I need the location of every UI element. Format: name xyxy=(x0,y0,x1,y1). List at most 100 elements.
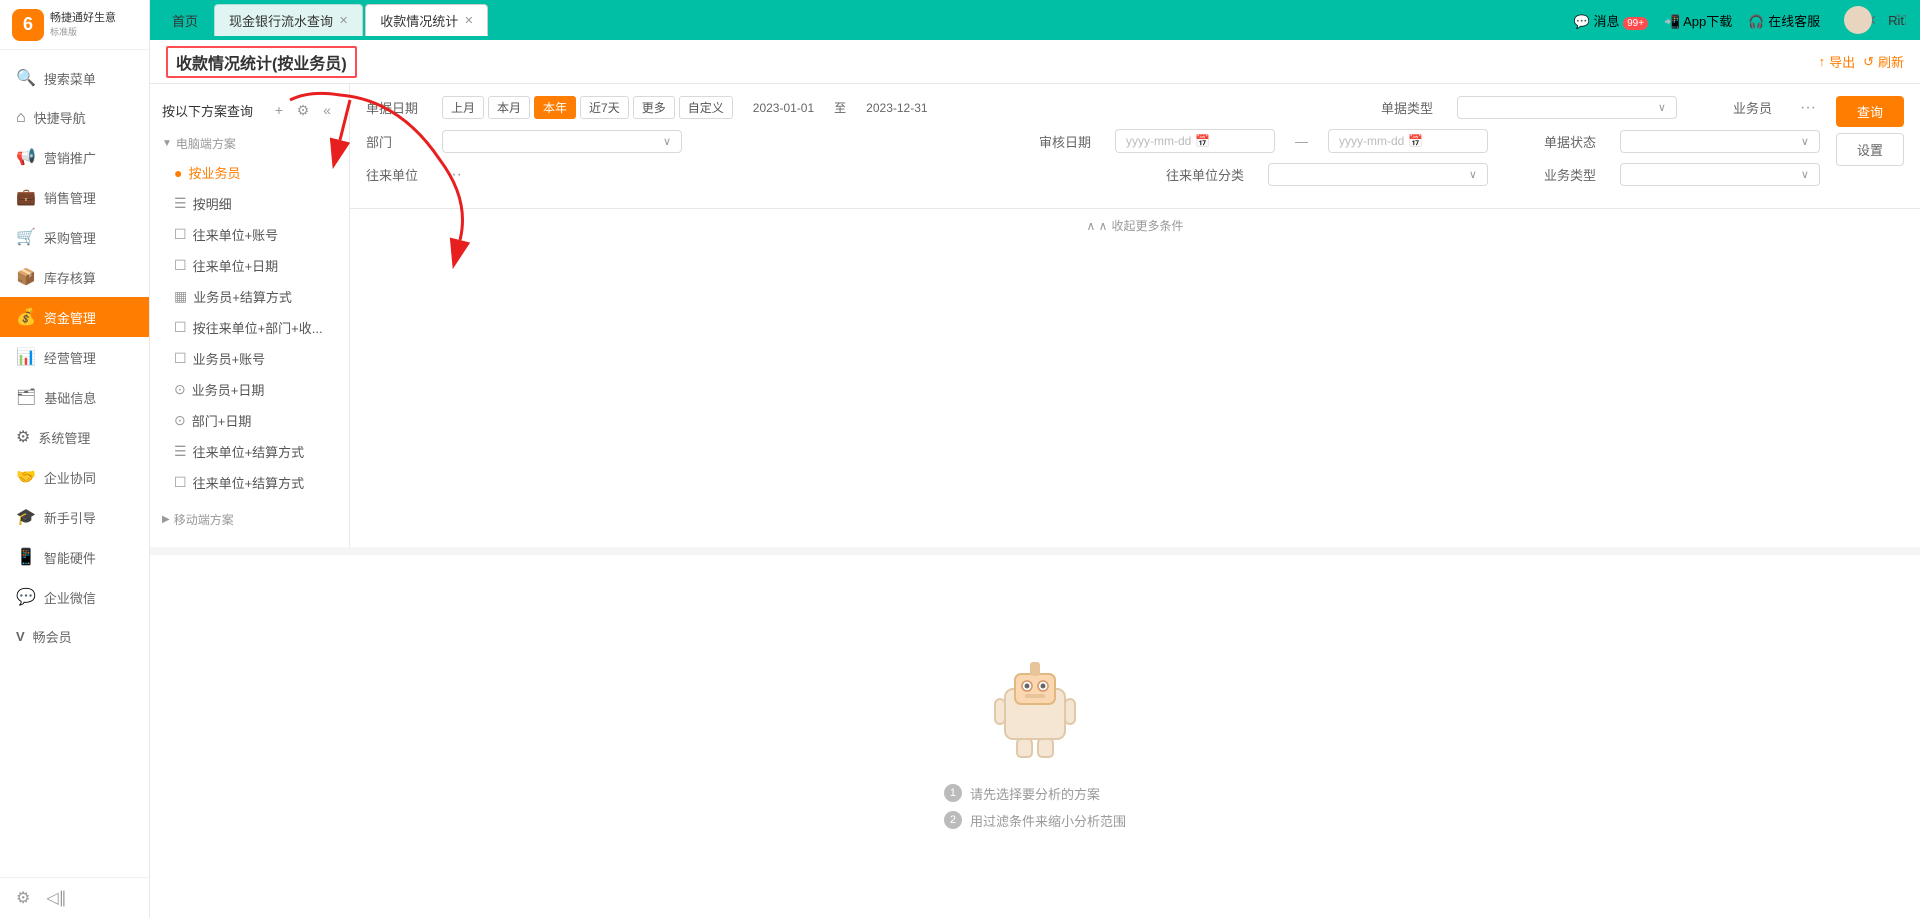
sidebar-item-sales[interactable]: 💼 销售管理 xyxy=(0,177,149,217)
scheme-group-mobile-header[interactable]: ▶ 移动端方案 xyxy=(150,506,349,533)
sidebar-item-member[interactable]: V 畅会员 xyxy=(0,617,149,656)
collapse-bar[interactable]: ∧ ∧ 收起更多条件 xyxy=(350,208,1920,242)
dept-select[interactable]: ∨ xyxy=(442,130,682,153)
sidebar-item-label-search: 搜索菜单 xyxy=(44,69,96,88)
sidebar-item-label-purchase: 采购管理 xyxy=(44,228,96,247)
scheme-item-salesman-settle[interactable]: ▦ 业务员+结算方式 xyxy=(150,281,349,312)
sidebar-item-label-collab: 企业协同 xyxy=(44,468,96,487)
empty-tip-1: 1 请先选择要分析的方案 xyxy=(944,784,1126,803)
system-icon: ⚙ xyxy=(16,427,30,447)
sidebar-item-marketing[interactable]: 📢 营销推广 xyxy=(0,137,149,177)
scheme-item-salesman[interactable]: ● 按业务员 xyxy=(150,157,349,188)
sidebar-item-wechat[interactable]: 💬 企业微信 xyxy=(0,577,149,617)
scheme-item-detail[interactable]: ☰ 按明细 xyxy=(150,188,349,219)
sidebar-item-label-guide: 新手引导 xyxy=(44,508,96,527)
review-date-end[interactable]: yyyy-mm-dd 📅 xyxy=(1328,129,1488,153)
scheme-item-salesman-date[interactable]: ⊙ 业务员+日期 xyxy=(150,374,349,405)
wechat-icon: 💬 xyxy=(16,587,36,607)
sidebar-item-label-marketing: 营销推广 xyxy=(44,148,96,167)
this-month-btn[interactable]: 本月 xyxy=(488,96,530,119)
collapse-sidebar-icon[interactable]: ◁∥ xyxy=(46,888,66,908)
scheme-item-partner-account[interactable]: ☐ 往来单位+账号 xyxy=(150,219,349,250)
salesman-more-btn[interactable]: ··· xyxy=(1800,99,1816,117)
sidebar-item-basic[interactable]: 🗂 基础信息 xyxy=(0,377,149,417)
scheme-header-label: 按以下方案查询 xyxy=(162,101,253,120)
review-date-start[interactable]: yyyy-mm-dd 📅 xyxy=(1115,129,1275,153)
refresh-button[interactable]: ↺ 刷新 xyxy=(1863,52,1904,71)
sidebar-item-quick-nav[interactable]: ⌂ 快捷导航 xyxy=(0,98,149,137)
this-year-btn[interactable]: 本年 xyxy=(534,96,576,119)
prev-month-btn[interactable]: 上月 xyxy=(442,96,484,119)
app-download-btn[interactable]: 📲 App下载 xyxy=(1664,11,1732,30)
tab-bank[interactable]: 现金银行流水查询 ✕ xyxy=(214,4,363,36)
sidebar-item-guide[interactable]: 🎓 新手引导 xyxy=(0,497,149,537)
date-filter-label: 单据日期 xyxy=(366,98,426,117)
scheme-item-partner-settle1[interactable]: ☰ 往来单位+结算方式 xyxy=(150,436,349,467)
more-date-btn[interactable]: 更多 xyxy=(633,96,675,119)
doc-type-select[interactable]: ∨ xyxy=(1457,96,1677,119)
export-icon: ↑ xyxy=(1819,54,1826,69)
detail-scheme-icon: ☰ xyxy=(174,195,187,212)
biz-type-chevron: ∨ xyxy=(1801,168,1809,181)
sidebar-item-purchase[interactable]: 🛒 采购管理 xyxy=(0,217,149,257)
last7-btn[interactable]: 近7天 xyxy=(580,96,629,119)
add-scheme-button[interactable]: + xyxy=(269,100,289,120)
export-button[interactable]: ↑ 导出 xyxy=(1819,52,1856,71)
scheme-item-partner-settle2[interactable]: ☐ 往来单位+结算方式 xyxy=(150,467,349,498)
salesman-date-label: 业务员+日期 xyxy=(192,380,265,399)
app-name: 畅捷通好生意 xyxy=(50,11,116,25)
sidebar-item-hardware[interactable]: 📱 智能硬件 xyxy=(0,537,149,577)
user-avatar[interactable] xyxy=(1844,6,1872,34)
partner-more-btn[interactable]: ··· xyxy=(446,166,462,184)
partner-category-select[interactable]: ∨ xyxy=(1268,163,1488,186)
app-download-label: App下载 xyxy=(1683,14,1732,29)
sidebar-item-label-system: 系统管理 xyxy=(38,428,90,447)
custom-date-btn[interactable]: 自定义 xyxy=(679,96,733,119)
tab-bank-close[interactable]: ✕ xyxy=(339,14,348,27)
sidebar-item-search[interactable]: 🔍 搜索菜单 xyxy=(0,58,149,98)
hardware-icon: 📱 xyxy=(16,547,36,567)
review-date-label: 审核日期 xyxy=(1039,132,1091,151)
filter-query-area: 单据日期 上月 本月 本年 近7天 更多 自定义 2023-01-01 至 xyxy=(350,84,1920,547)
partner-settle1-label: 往来单位+结算方式 xyxy=(193,442,305,461)
settings-button[interactable]: 设置 xyxy=(1836,133,1904,166)
scheme-group-pc-header[interactable]: ▼ 电脑端方案 xyxy=(150,130,349,157)
date-range-end: 2023-12-31 xyxy=(866,101,927,115)
finance-icon: 💰 xyxy=(16,307,36,327)
sidebar-item-system[interactable]: ⚙ 系统管理 xyxy=(0,417,149,457)
sidebar-item-collab[interactable]: 🤝 企业协同 xyxy=(0,457,149,497)
scheme-item-salesman-account[interactable]: ☐ 业务员+账号 xyxy=(150,343,349,374)
scheme-item-partner-date[interactable]: ☐ 往来单位+日期 xyxy=(150,250,349,281)
sidebar-item-inventory[interactable]: 📦 库存核算 xyxy=(0,257,149,297)
doc-type-chevron: ∨ xyxy=(1658,101,1666,114)
salesman-settle-icon: ▦ xyxy=(174,288,187,305)
scheme-group-mobile-label: 移动端方案 xyxy=(174,511,234,528)
messages-btn[interactable]: 💬 消息 99+ xyxy=(1574,11,1648,30)
online-service-btn[interactable]: 🎧 在线客服 xyxy=(1748,11,1820,30)
tab-receipt[interactable]: 收款情况统计 ✕ xyxy=(365,4,488,36)
sidebar-item-label-wechat: 企业微信 xyxy=(44,588,96,607)
salesman-date-icon: ⊙ xyxy=(174,381,186,398)
export-label: 导出 xyxy=(1829,52,1855,71)
query-button[interactable]: 查询 xyxy=(1836,96,1904,127)
settings-scheme-button[interactable]: ⚙ xyxy=(293,100,313,120)
scheme-item-dept-date[interactable]: ⊙ 部门+日期 xyxy=(150,405,349,436)
collapse-scheme-button[interactable]: « xyxy=(317,100,337,120)
scheme-item-partner-dept[interactable]: ☐ 按往来单位+部门+收... xyxy=(150,312,349,343)
partner-settle2-label: 往来单位+结算方式 xyxy=(193,473,305,492)
tab-receipt-close[interactable]: ✕ xyxy=(464,14,473,27)
page-title: 收款情况统计(按业务员) xyxy=(166,46,357,78)
biz-type-select[interactable]: ∨ xyxy=(1620,163,1820,186)
content-body: 按以下方案查询 + ⚙ « ▼ 电脑端方案 ● 按业务员 xyxy=(150,84,1920,918)
messages-label: 消息 xyxy=(1593,14,1619,29)
page-actions: ↑ 导出 ↺ 刷新 xyxy=(1819,52,1904,71)
sidebar-item-operations[interactable]: 📊 经营管理 xyxy=(0,337,149,377)
refresh-icon: ↺ xyxy=(1863,54,1874,70)
tab-home[interactable]: 首页 xyxy=(158,4,212,36)
tab-bank-label: 现金银行流水查询 xyxy=(229,11,333,30)
sidebar-item-finance[interactable]: 💰 资金管理 xyxy=(0,297,149,337)
doc-status-select[interactable]: ∨ xyxy=(1620,130,1820,153)
std-tag: 标准版 xyxy=(50,25,116,38)
settings-footer-icon[interactable]: ⚙ xyxy=(16,888,30,908)
refresh-label: 刷新 xyxy=(1878,52,1904,71)
